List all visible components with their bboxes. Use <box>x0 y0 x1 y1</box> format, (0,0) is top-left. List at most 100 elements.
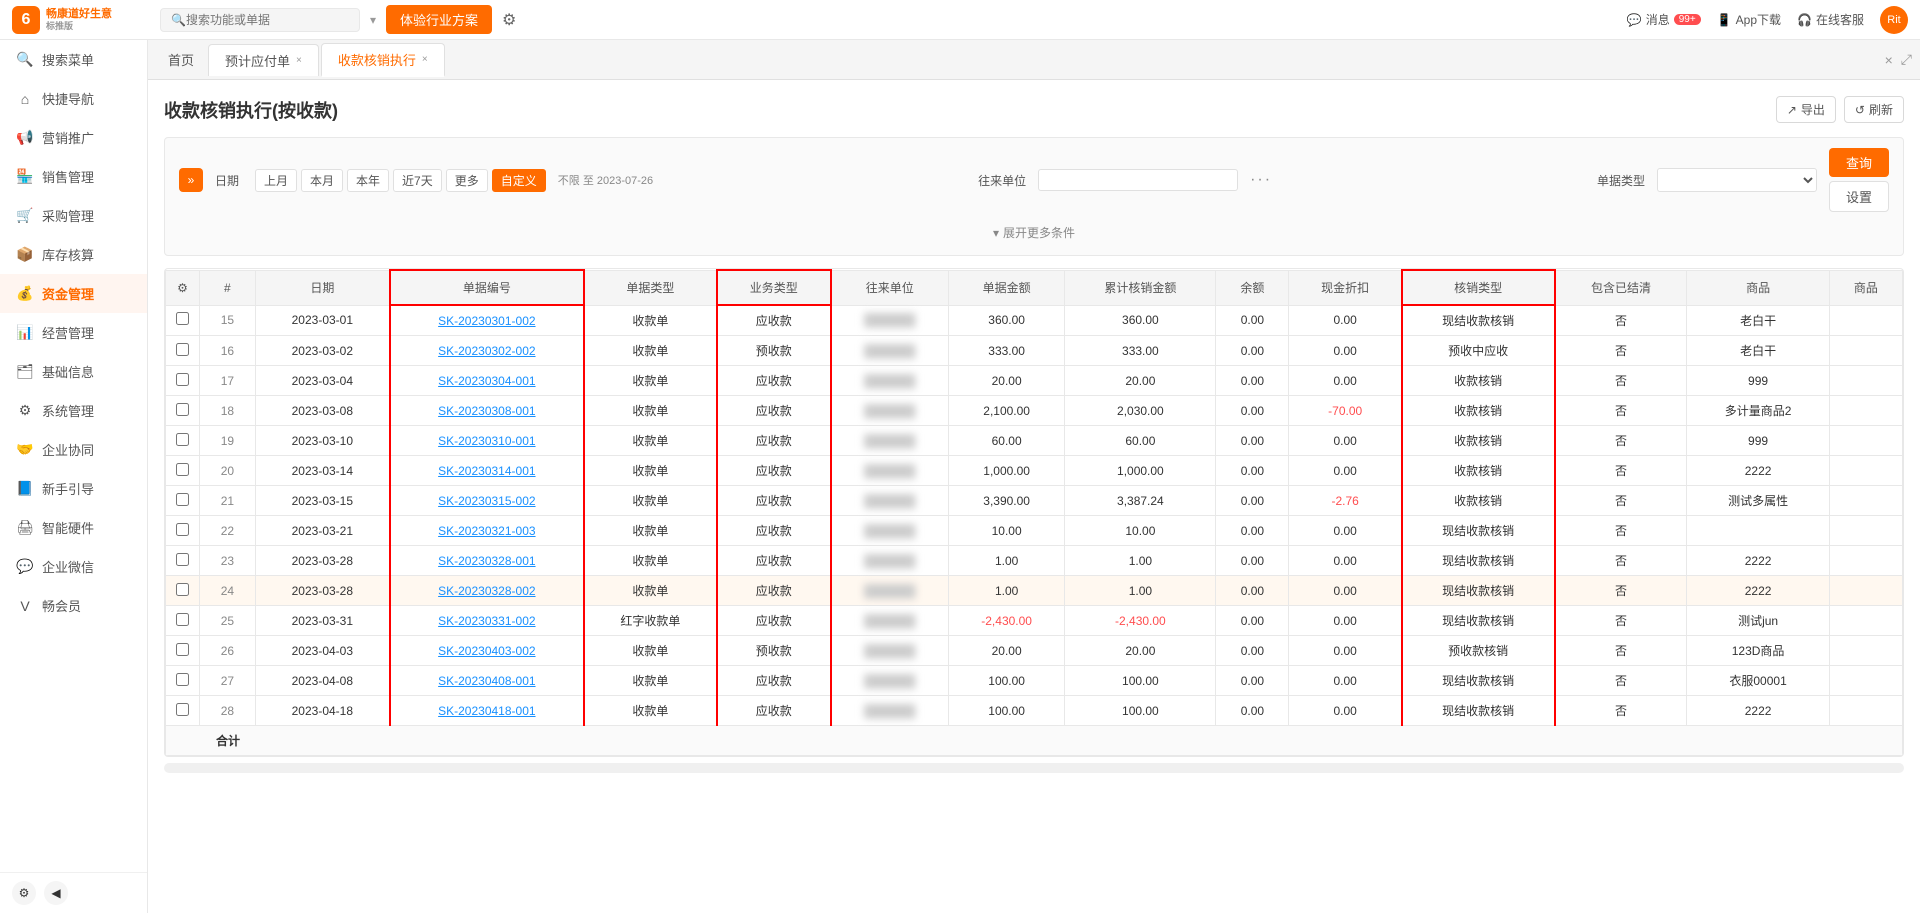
cell-checkbox[interactable] <box>166 606 200 636</box>
cell-voucher-no[interactable]: SK-20230302-002 <box>390 336 584 366</box>
cell-voucher-no[interactable]: SK-20230408-001 <box>390 666 584 696</box>
cell-checkbox[interactable] <box>166 396 200 426</box>
cell-voucher-no[interactable]: SK-20230301-002 <box>390 305 584 336</box>
sidebar-item-enterprise[interactable]: 🤝 企业协同 <box>0 430 147 469</box>
export-button[interactable]: ↗ 导出 <box>1776 96 1836 123</box>
tab-home[interactable]: 首页 <box>156 44 206 75</box>
cell-voucher-no[interactable]: SK-20230308-001 <box>390 396 584 426</box>
voucher-link[interactable]: SK-20230331-002 <box>438 614 535 628</box>
sidebar-item-guide[interactable]: 📘 新手引导 <box>0 469 147 508</box>
cell-checkbox[interactable] <box>166 456 200 486</box>
cell-voucher-no[interactable]: SK-20230310-001 <box>390 426 584 456</box>
solution-button[interactable]: 体验行业方案 <box>386 5 492 34</box>
logo-text: 畅康道好生意 标推版 <box>46 7 112 33</box>
cell-voucher-no[interactable]: SK-20230321-003 <box>390 516 584 546</box>
sidebar-item-basic[interactable]: 🗂 基础信息 <box>0 352 147 391</box>
voucher-link[interactable]: SK-20230321-003 <box>438 524 535 538</box>
voucher-link[interactable]: SK-20230314-001 <box>438 464 535 478</box>
date-7days-btn[interactable]: 近7天 <box>393 169 442 192</box>
cell-voucher-no[interactable]: SK-20230304-001 <box>390 366 584 396</box>
settings-bottom-icon[interactable]: ⚙ <box>12 881 36 905</box>
sidebar-item-purchase[interactable]: 🛒 采购管理 <box>0 196 147 235</box>
cell-voucher-no[interactable]: SK-20230331-002 <box>390 606 584 636</box>
tab-window-expand[interactable]: ⤢ <box>1901 51 1912 68</box>
refresh-button[interactable]: ↺ 刷新 <box>1844 96 1904 123</box>
counterparty-input[interactable] <box>1038 169 1238 191</box>
cell-amount: 2,100.00 <box>948 396 1064 426</box>
filter-toggle-btn[interactable]: » <box>179 168 203 192</box>
tab-prepay-close[interactable]: × <box>296 55 302 66</box>
date-last-month-btn[interactable]: 上月 <box>255 169 297 192</box>
sidebar-item-finance[interactable]: 💰 资金管理 <box>0 274 147 313</box>
cell-voucher-no[interactable]: SK-20230315-002 <box>390 486 584 516</box>
col-date: 日期 <box>255 270 390 305</box>
cell-checkbox[interactable] <box>166 305 200 336</box>
date-this-year-btn[interactable]: 本年 <box>347 169 389 192</box>
voucher-link[interactable]: SK-20230304-001 <box>438 374 535 388</box>
voucher-link[interactable]: SK-20230308-001 <box>438 404 535 418</box>
cell-checkbox[interactable] <box>166 546 200 576</box>
sidebar-item-marketing[interactable]: 📢 营销推广 <box>0 118 147 157</box>
sidebar-item-hardware[interactable]: 🖨 智能硬件 <box>0 508 147 547</box>
dropdown-icon[interactable]: ▾ <box>370 13 376 27</box>
voucher-link[interactable]: SK-20230418-001 <box>438 704 535 718</box>
cell-checkbox[interactable] <box>166 696 200 726</box>
voucher-link[interactable]: SK-20230328-002 <box>438 584 535 598</box>
cell-acc-amount: 3,387.24 <box>1065 486 1216 516</box>
sidebar-item-quick-nav[interactable]: ⌂ 快捷导航 <box>0 79 147 118</box>
tab-writeoff[interactable]: 收款核销执行 × <box>321 43 445 77</box>
tab-prepay-list[interactable]: 预计应付单 × <box>208 44 319 76</box>
search-bar[interactable]: 🔍 <box>160 8 360 32</box>
sidebar-item-sales[interactable]: 🏪 销售管理 <box>0 157 147 196</box>
voucher-link[interactable]: SK-20230315-002 <box>438 494 535 508</box>
sidebar-item-member[interactable]: V 畅会员 <box>0 586 147 625</box>
cell-counterparty: ██████ <box>831 606 949 636</box>
expand-more-btn[interactable]: ▾ 展开更多条件 <box>179 220 1889 245</box>
voucher-link[interactable]: SK-20230301-002 <box>438 314 535 328</box>
settings-icon[interactable]: ⚙ <box>502 10 516 30</box>
cell-checkbox[interactable] <box>166 516 200 546</box>
cell-voucher-type: 收款单 <box>584 636 717 666</box>
messages-btn[interactable]: 💬 消息 99+ <box>1627 11 1701 28</box>
voucher-link[interactable]: SK-20230408-001 <box>438 674 535 688</box>
sidebar-item-operations[interactable]: 📊 经营管理 <box>0 313 147 352</box>
cell-balance: 0.00 <box>1216 426 1289 456</box>
collapse-icon[interactable]: ◀ <box>44 881 68 905</box>
filter-settings-button[interactable]: 设置 <box>1829 181 1889 212</box>
cell-checkbox[interactable] <box>166 486 200 516</box>
voucher-type-select[interactable] <box>1657 168 1817 192</box>
counterparty-value: ██████ <box>864 584 915 598</box>
cell-voucher-no[interactable]: SK-20230418-001 <box>390 696 584 726</box>
cell-checkbox[interactable] <box>166 366 200 396</box>
app-download-btn[interactable]: 📱 App下载 <box>1717 11 1781 28</box>
cell-voucher-no[interactable]: SK-20230328-001 <box>390 546 584 576</box>
cell-checkbox[interactable] <box>166 636 200 666</box>
voucher-link[interactable]: SK-20230310-001 <box>438 434 535 448</box>
sidebar-item-system[interactable]: ⚙ 系统管理 <box>0 391 147 430</box>
sidebar-item-wechat[interactable]: 💬 企业微信 <box>0 547 147 586</box>
cell-checkbox[interactable] <box>166 666 200 696</box>
cell-checkbox[interactable] <box>166 576 200 606</box>
date-this-month-btn[interactable]: 本月 <box>301 169 343 192</box>
cell-checkbox[interactable] <box>166 336 200 366</box>
sidebar-item-inventory[interactable]: 📦 库存核算 <box>0 235 147 274</box>
tab-writeoff-close[interactable]: × <box>422 54 428 65</box>
voucher-link[interactable]: SK-20230302-002 <box>438 344 535 358</box>
col-settings[interactable]: ⚙ <box>166 270 200 305</box>
date-custom-btn[interactable]: 自定义 <box>492 169 546 192</box>
tab-window-close[interactable]: × <box>1885 52 1893 68</box>
cell-checkbox[interactable] <box>166 426 200 456</box>
table-scrollbar[interactable] <box>164 763 1904 773</box>
cell-voucher-no[interactable]: SK-20230328-002 <box>390 576 584 606</box>
sidebar-item-search[interactable]: 🔍 搜索菜单 <box>0 40 147 79</box>
user-avatar[interactable]: Rit <box>1880 6 1908 34</box>
voucher-link[interactable]: SK-20230328-001 <box>438 554 535 568</box>
query-button[interactable]: 查询 <box>1829 148 1889 177</box>
voucher-link[interactable]: SK-20230403-002 <box>438 644 535 658</box>
cell-voucher-no[interactable]: SK-20230403-002 <box>390 636 584 666</box>
counterparty-dots[interactable]: ··· <box>1250 171 1272 189</box>
cell-voucher-no[interactable]: SK-20230314-001 <box>390 456 584 486</box>
date-more-btn[interactable]: 更多 <box>446 169 488 192</box>
online-service-btn[interactable]: 🎧 在线客服 <box>1797 11 1864 28</box>
search-input[interactable] <box>186 13 336 27</box>
